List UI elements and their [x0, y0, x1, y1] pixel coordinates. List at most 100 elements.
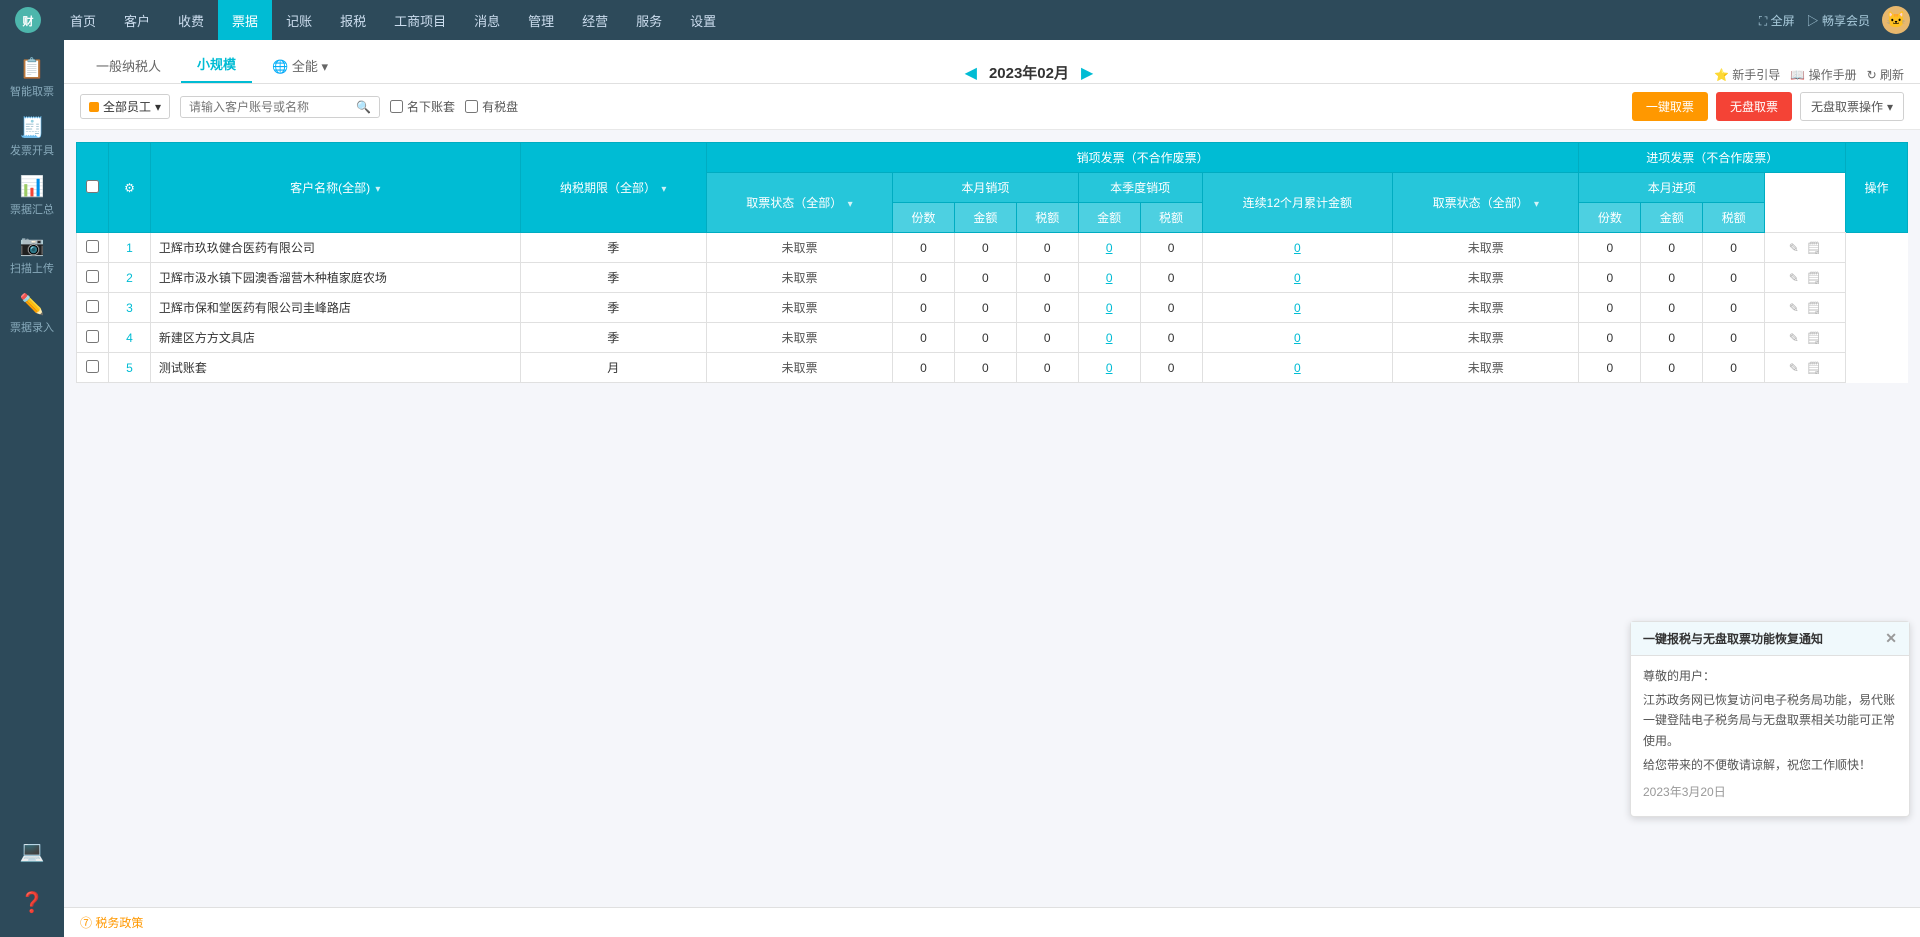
tab-item-2[interactable]: 🌐 全能 ▾ [256, 48, 344, 83]
filter-icon[interactable]: ▾ [375, 184, 380, 195]
table-row: 1 卫辉市玖玖健合医药有限公司 季 未取票 0 0 0 0 0 0 未取票 0 … [77, 233, 1908, 263]
customer-search-box: 🔍 [180, 96, 380, 118]
nav-menu: 首页客户收费票据记账报税工商项目消息管理经营服务设置 [56, 0, 1759, 40]
edit-icon[interactable]: ✎ [1789, 241, 1799, 255]
nav-item-设置[interactable]: 设置 [676, 0, 730, 40]
tax-policy-link[interactable]: ⑦ 税务政策 [80, 914, 143, 931]
customer-name-cell: 卫辉市保和堂医药有限公司圭峰路店 [150, 293, 520, 323]
new-guide-btn[interactable]: ⭐ 新手引导 [1714, 66, 1780, 83]
table-row: 2 卫辉市汲水镇下园澳香溜营木种植家庭农场 季 未取票 0 0 0 0 0 0 … [77, 263, 1908, 293]
has-tax-disk-checkbox-label[interactable]: 有税盘 [465, 98, 518, 115]
nav-item-记账[interactable]: 记账 [272, 0, 326, 40]
orange-dot-icon [89, 102, 99, 112]
user-avatar[interactable]: 🐱 [1882, 6, 1910, 34]
p-month-amount-col: 金额 [1641, 203, 1703, 233]
view-icon[interactable]: 🗒 [1806, 301, 1821, 315]
p-month-amount-cell: 0 [1641, 233, 1703, 263]
tab-bar: 一般纳税人小规模🌐 全能 ▾ ◀ 2023年02月 ▶ ⭐ 新手引导 📖 操作手… [64, 40, 1920, 84]
row-checkbox[interactable] [86, 270, 99, 283]
tab-item-1[interactable]: 小规模 [181, 46, 252, 83]
nav-item-报税[interactable]: 报税 [326, 0, 380, 40]
sidebar-icon-2: 📊 [20, 174, 45, 199]
s-month-amount-col: 金额 [954, 203, 1016, 233]
no-disk-ticket-btn[interactable]: 无盘取票 [1716, 92, 1792, 121]
row-checkbox[interactable] [86, 300, 99, 313]
s-month-amount-cell: 0 [954, 233, 1016, 263]
view-icon[interactable]: 🗒 [1806, 271, 1821, 285]
nav-item-客户[interactable]: 客户 [110, 0, 164, 40]
sidebar-item-1[interactable]: 🧾发票开具 [4, 107, 60, 166]
filter-icon[interactable]: ▾ [661, 184, 666, 195]
s-month-tax-cell: 0 [1016, 293, 1078, 323]
sidebar-item-help[interactable]: ❓ [4, 882, 60, 925]
customer-name-cell: 卫辉市汲水镇下园澳香溜营木种植家庭农场 [150, 263, 520, 293]
nav-item-管理[interactable]: 管理 [514, 0, 568, 40]
edit-icon[interactable]: ✎ [1789, 361, 1799, 375]
p-month-count-cell: 0 [1579, 233, 1641, 263]
fullscreen-btn[interactable]: ⛶ 全屏 [1759, 12, 1795, 29]
nav-item-首页[interactable]: 首页 [56, 0, 110, 40]
filter-icon[interactable]: ▾ [848, 199, 853, 210]
sidebar-item-computer[interactable]: 💻 [4, 831, 60, 874]
row-checkbox[interactable] [86, 240, 99, 253]
edit-icon[interactable]: ✎ [1789, 301, 1799, 315]
sidebar-item-3[interactable]: 📷扫描上传 [4, 225, 60, 284]
view-icon[interactable]: 🗒 [1806, 241, 1821, 255]
s-month-tax-cell: 0 [1016, 323, 1078, 353]
view-icon[interactable]: 🗒 [1806, 331, 1821, 345]
employee-filter-dropdown[interactable]: 全部员工 ▾ [80, 94, 170, 119]
sales-status-cell: 未取票 [706, 233, 892, 263]
p-month-tax-cell: 0 [1703, 233, 1765, 263]
s-quarter-tax-cell: 0 [1140, 293, 1202, 323]
sidebar-bottom: 💻 ❓ [4, 831, 60, 937]
has-tax-disk-checkbox[interactable] [465, 100, 478, 113]
no-disk-ops-btn[interactable]: 无盘取票操作 ▾ [1800, 92, 1904, 121]
nav-item-服务[interactable]: 服务 [622, 0, 676, 40]
nav-item-工商项目[interactable]: 工商项目 [380, 0, 460, 40]
nav-item-经营[interactable]: 经营 [568, 0, 622, 40]
row-num-cell: 2 [109, 263, 151, 293]
tab-item-0[interactable]: 一般纳税人 [80, 48, 177, 83]
date-navigation: ◀ 2023年02月 ▶ [348, 62, 1710, 83]
sidebar-item-0[interactable]: 📋智能取票 [4, 48, 60, 107]
select-all-header [77, 143, 109, 233]
fullscreen-icon: ⛶ [1759, 14, 1767, 28]
manual-btn[interactable]: 📖 操作手册 [1790, 66, 1856, 83]
member-btn[interactable]: ▷ 畅享会员 [1807, 12, 1870, 29]
sidebar-item-2[interactable]: 📊票据汇总 [4, 166, 60, 225]
view-icon[interactable]: 🗒 [1806, 361, 1821, 375]
named-account-checkbox[interactable] [390, 100, 403, 113]
dropdown-arrow-icon: ▾ [1887, 100, 1893, 114]
row-checkbox[interactable] [86, 360, 99, 373]
notification-close-btn[interactable]: ✕ [1885, 630, 1897, 647]
row-num-cell: 4 [109, 323, 151, 353]
p-month-tax-cell: 0 [1703, 263, 1765, 293]
cumulative-cell: 0 [1202, 353, 1393, 383]
refresh-btn[interactable]: ↻ 刷新 [1867, 66, 1904, 83]
s-quarter-amount-cell: 0 [1078, 323, 1140, 353]
table-row: 4 新建区方方文具店 季 未取票 0 0 0 0 0 0 未取票 0 0 0 ✎… [77, 323, 1908, 353]
sidebar-item-4[interactable]: ✏️票据录入 [4, 284, 60, 343]
play-icon: ▷ [1807, 14, 1819, 28]
filter-icon[interactable]: ▾ [1534, 199, 1539, 210]
date-prev-btn[interactable]: ◀ [965, 63, 977, 83]
one-click-ticket-btn[interactable]: 一键取票 [1632, 92, 1708, 121]
nav-item-收费[interactable]: 收费 [164, 0, 218, 40]
search-icon[interactable]: 🔍 [356, 100, 371, 114]
edit-icon[interactable]: ✎ [1789, 331, 1799, 345]
customer-search-input[interactable] [189, 100, 352, 114]
date-next-btn[interactable]: ▶ [1081, 63, 1093, 83]
row-checkbox[interactable] [86, 330, 99, 343]
nav-item-消息[interactable]: 消息 [460, 0, 514, 40]
tab-icon-2: 🌐 [272, 59, 288, 74]
date-display: 2023年02月 [989, 62, 1069, 83]
p-month-amount-cell: 0 [1641, 293, 1703, 323]
purchase-status-cell: 未取票 [1393, 233, 1579, 263]
edit-icon[interactable]: ✎ [1789, 271, 1799, 285]
nav-item-票据[interactable]: 票据 [218, 0, 272, 40]
named-account-checkbox-label[interactable]: 名下账套 [390, 98, 455, 115]
settings-icon[interactable]: ⚙ [124, 181, 135, 195]
select-all-checkbox[interactable] [86, 180, 99, 193]
cumulative-cell: 0 [1202, 293, 1393, 323]
row-checkbox-cell [77, 263, 109, 293]
